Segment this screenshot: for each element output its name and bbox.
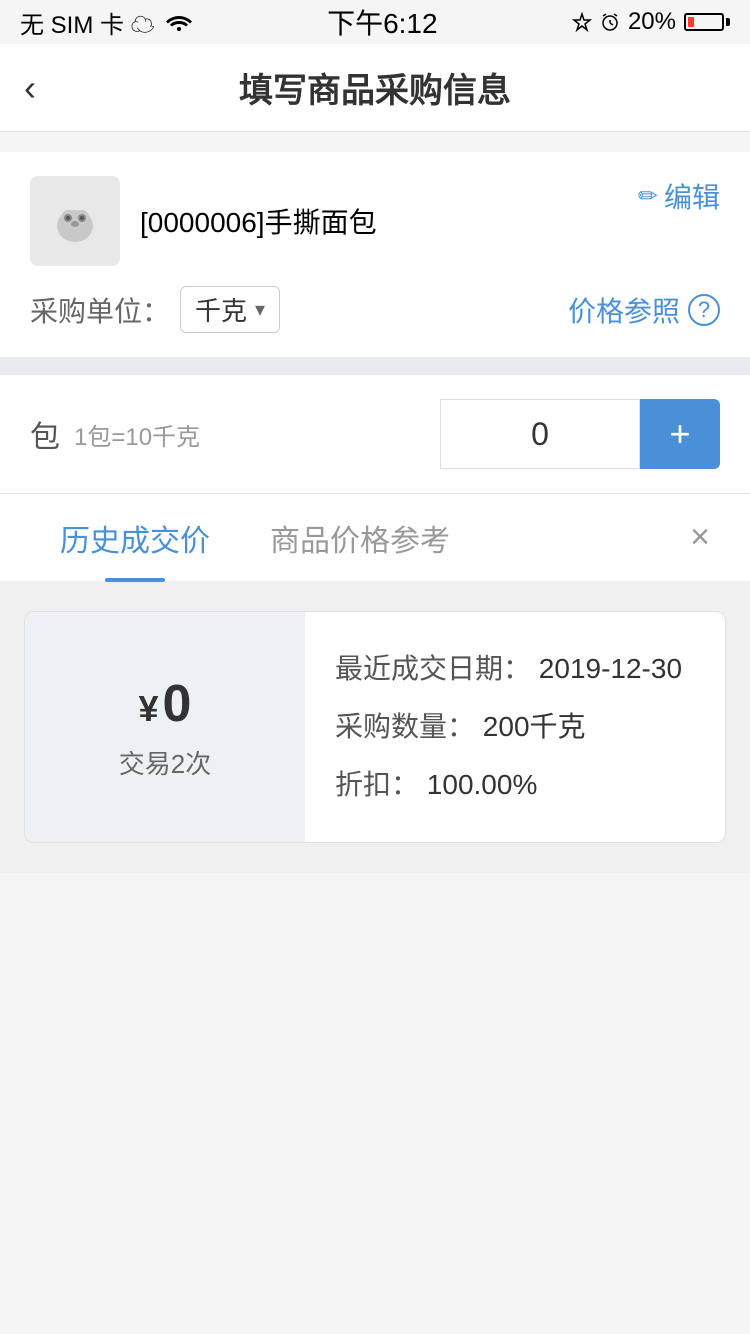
nav-bar: ‹ 填写商品采购信息 (0, 44, 750, 132)
bag-unit-icon: 包 (30, 412, 60, 456)
product-header: [0000006]手撕面包 ✏ 编辑 (30, 176, 720, 266)
discount-label: 折扣： (335, 769, 419, 800)
status-time: 下午6:12 (327, 2, 438, 42)
price-ref-help-icon: ? (688, 294, 720, 326)
edit-button[interactable]: ✏ 编辑 (638, 176, 720, 216)
battery-percentage: 20% (628, 8, 676, 36)
battery-icon (684, 13, 730, 31)
recent-date-value: 2019-12-30 (539, 653, 682, 684)
discount-row: 折扣： 100.00% (335, 764, 695, 806)
unit-label: 采购单位： 千克 ▾ (30, 286, 280, 333)
quantity-controls: + (440, 399, 720, 469)
price-ref-button[interactable]: 价格参照 ? (568, 290, 720, 330)
edit-icon: ✏ (638, 182, 658, 211)
status-left: 无 SIM 卡 ☁ (20, 5, 193, 40)
discount-value: 100.00% (427, 769, 538, 800)
status-bar: 无 SIM 卡 ☁ 下午6:12 20% (0, 0, 750, 44)
unit-select[interactable]: 千克 ▾ (180, 286, 280, 333)
section-divider (0, 357, 750, 375)
tab-product-price[interactable]: 商品价格参考 (240, 494, 480, 582)
sim-label: 无 SIM 卡 ☁ (20, 5, 155, 40)
quantity-input-wrapper (440, 399, 640, 469)
tab-product-label: 商品价格参考 (270, 516, 450, 560)
recent-date-label: 最近成交日期： (335, 653, 531, 684)
tab-active-indicator (105, 578, 165, 582)
purchase-qty-label: 采购数量： (335, 711, 475, 742)
recent-date-row: 最近成交日期： 2019-12-30 (335, 648, 695, 690)
purchase-qty-value: 200千克 (483, 711, 586, 742)
tab-history-price[interactable]: 历史成交价 (30, 494, 240, 582)
quantity-plus-button[interactable]: + (640, 399, 720, 469)
tabs-close-button[interactable]: × (680, 508, 720, 567)
edit-label: 编辑 (664, 176, 720, 216)
product-title: 手撕面包 (265, 207, 377, 238)
tab-history-label: 历史成交价 (60, 516, 210, 560)
product-name: [0000006]手撕面包 (140, 201, 377, 241)
product-unit-row: 采购单位： 千克 ▾ 价格参照 ? (30, 286, 720, 333)
quantity-section: 包 1包=10千克 + (0, 375, 750, 493)
product-left: [0000006]手撕面包 (30, 176, 377, 266)
card-left: ¥ 0 交易2次 (25, 612, 305, 842)
card-price: ¥ 0 (139, 674, 192, 734)
transaction-card: ¥ 0 交易2次 最近成交日期： 2019-12-30 采购数量： 200千克 … (24, 611, 726, 843)
product-code: [0000006] (140, 207, 265, 238)
price-ref-label: 价格参照 (568, 290, 680, 330)
content-area: ¥ 0 交易2次 最近成交日期： 2019-12-30 采购数量： 200千克 … (0, 581, 750, 873)
tabs-left: 历史成交价 商品价格参考 (30, 494, 480, 582)
card-right: 最近成交日期： 2019-12-30 采购数量： 200千克 折扣： 100.0… (305, 612, 725, 842)
location-icon (572, 12, 592, 32)
product-logo-icon (45, 191, 105, 251)
wifi-icon (165, 12, 193, 32)
back-button[interactable]: ‹ (24, 67, 36, 109)
purchase-qty-row: 采购数量： 200千克 (335, 706, 695, 748)
price-symbol: ¥ (139, 688, 159, 730)
quantity-left: 包 1包=10千克 (30, 412, 200, 456)
bag-conversion-label: 1包=10千克 (74, 417, 200, 452)
trade-count: 交易2次 (119, 744, 211, 781)
status-right: 20% (572, 8, 730, 36)
page-title: 填写商品采购信息 (239, 63, 511, 112)
product-section: [0000006]手撕面包 ✏ 编辑 采购单位： 千克 ▾ 价格参照 ? (0, 152, 750, 357)
quantity-input[interactable] (441, 416, 639, 453)
product-image (30, 176, 120, 266)
dropdown-arrow-icon: ▾ (255, 297, 265, 322)
price-value: 0 (163, 674, 192, 734)
alarm-icon (600, 12, 620, 32)
unit-value: 千克 (195, 291, 247, 328)
tabs-section: 历史成交价 商品价格参考 × (0, 493, 750, 581)
unit-label-text: 采购单位： (30, 290, 170, 330)
